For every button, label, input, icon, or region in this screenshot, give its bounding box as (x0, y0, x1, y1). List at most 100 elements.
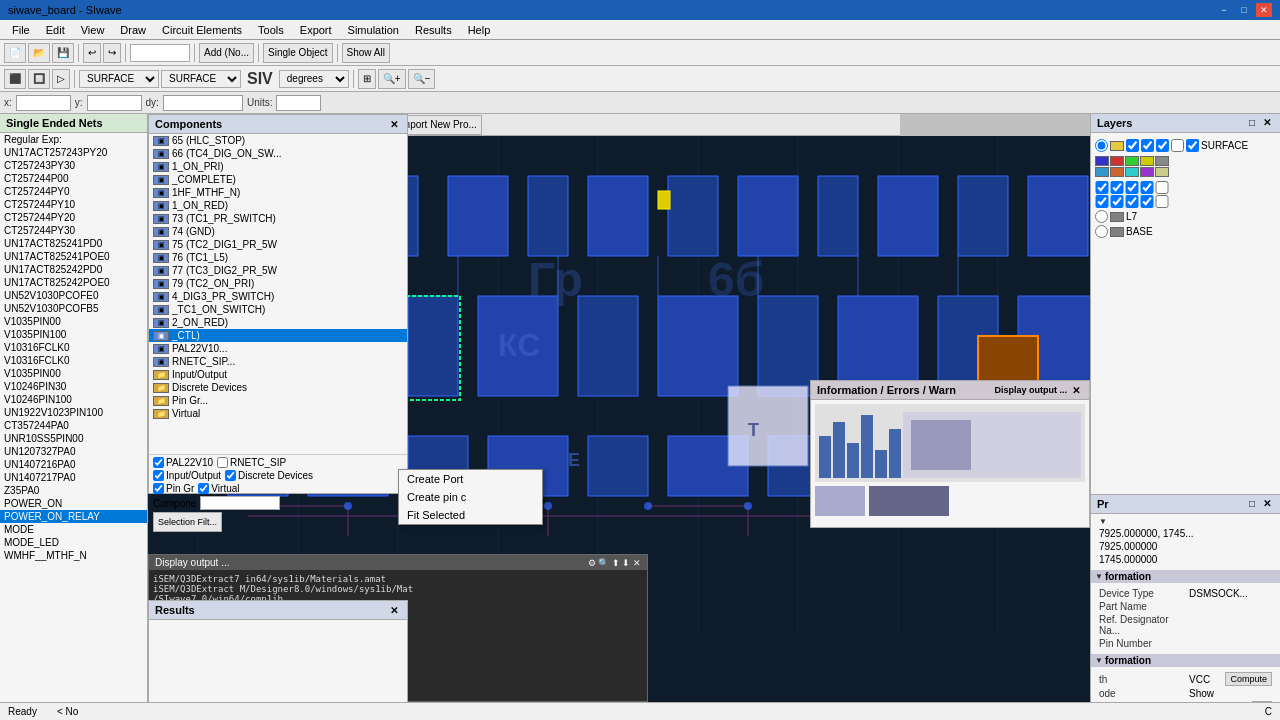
tb2-2[interactable]: 🔲 (28, 69, 50, 89)
layer-surface-radio[interactable] (1095, 139, 1108, 152)
net-item[interactable]: CT257244PY10 (0, 198, 147, 211)
component-item[interactable]: ▣1HF_MTHF_N) (149, 186, 407, 199)
discrete-filter[interactable]: Discrete Devices (225, 470, 313, 481)
ping-filter[interactable]: Pin Gr (153, 483, 194, 494)
net-item[interactable]: V10316FCLK0 (0, 354, 147, 367)
net-item[interactable]: UN1407216PA0 (0, 458, 147, 471)
compute-btn[interactable]: Compute (1225, 672, 1272, 686)
component-item[interactable]: 📁Pin Gr... (149, 394, 407, 407)
net-item[interactable]: Regular Exp: (0, 133, 147, 146)
component-item[interactable]: ▣65 (HLC_STOP) (149, 134, 407, 147)
net-item[interactable]: POWER_ON (0, 497, 147, 510)
lc4[interactable] (1140, 181, 1154, 194)
tb2-zoom-fit[interactable]: ⊞ (358, 69, 376, 89)
info2-section-header[interactable]: ▼ formation (1091, 654, 1280, 667)
component-item[interactable]: ▣79 (TC2_ON_PRI) (149, 277, 407, 290)
tb2-zoom-in[interactable]: 🔍+ (378, 69, 406, 89)
output-tools[interactable]: ⚙ 🔍 ⬆ ⬇ ✕ (588, 558, 641, 568)
layers-close-btn[interactable]: ✕ (1260, 117, 1274, 129)
net-item[interactable]: WMHF__MTHF_N (0, 549, 147, 562)
component-item[interactable]: ▣_COMPLETE) (149, 173, 407, 186)
info-display-label[interactable]: Display output ... (994, 385, 1067, 396)
close-button[interactable]: ✕ (1256, 3, 1272, 17)
net-item[interactable]: CT257244PY30 (0, 224, 147, 237)
expand-icon[interactable]: ▼ (1099, 517, 1107, 526)
component-item[interactable]: ▣74 (GND) (149, 225, 407, 238)
lc9[interactable] (1140, 195, 1154, 208)
net-item[interactable]: UN1407217PA0 (0, 471, 147, 484)
tb2-1[interactable]: ⬛ (4, 69, 26, 89)
surface-check2[interactable] (1141, 139, 1154, 152)
surface-select2[interactable]: SURFACE (161, 70, 241, 88)
menu-item-results[interactable]: Results (407, 22, 460, 38)
menu-item-simulation[interactable]: Simulation (340, 22, 407, 38)
net-item[interactable]: UN17ACT825242POE0 (0, 276, 147, 289)
net-item[interactable]: V10246PIN30 (0, 380, 147, 393)
lc6[interactable] (1095, 195, 1109, 208)
tb-open[interactable]: 📂 (28, 43, 50, 63)
net-item[interactable]: POWER_ON_RELAY (0, 510, 147, 523)
net-item[interactable]: V10316FCLK0 (0, 341, 147, 354)
surface-check4[interactable] (1171, 139, 1184, 152)
net-item[interactable]: UN1207327PA0 (0, 445, 147, 458)
component-item[interactable]: 📁Discrete Devices (149, 381, 407, 394)
net-item[interactable]: UN52V1030PCOFE0 (0, 289, 147, 302)
net-item[interactable]: V1035PIN00 (0, 315, 147, 328)
add-button[interactable]: Add (No... (199, 43, 254, 63)
lc5[interactable] (1155, 181, 1169, 194)
component-item[interactable]: ▣PAL22V10... (149, 342, 407, 355)
selection-filter-btn[interactable]: Selection Filt... (153, 512, 222, 532)
menu-item-tools[interactable]: Tools (250, 22, 292, 38)
net-item[interactable]: V1035PIN100 (0, 328, 147, 341)
lc8[interactable] (1125, 195, 1139, 208)
io-filter[interactable]: Input/Output (153, 470, 221, 481)
net-item[interactable]: CT257244P00 (0, 172, 147, 185)
component-item[interactable]: ▣76 (TC1_L5) (149, 251, 407, 264)
tb2-zoom-out[interactable]: 🔍− (408, 69, 436, 89)
tb-redo[interactable]: ↪ (103, 43, 121, 63)
pal-filter[interactable]: PAL22V10 (153, 457, 213, 468)
components-list[interactable]: ▣65 (HLC_STOP)▣66 (TC4_DIG_ON_SW...▣1_ON… (149, 134, 407, 454)
menu-item-circuitelements[interactable]: Circuit Elements (154, 22, 250, 38)
net-item[interactable]: MODE_LED (0, 536, 147, 549)
menu-item-file[interactable]: File (4, 22, 38, 38)
nets-list[interactable]: Regular Exp:UN17ACT257243PY20CT257243PY3… (0, 133, 147, 720)
virtual-filter[interactable]: Virtual (198, 483, 239, 494)
tb2-3[interactable]: ▷ (52, 69, 70, 89)
component-item[interactable]: ▣2_ON_RED) (149, 316, 407, 329)
surface-check5[interactable] (1186, 139, 1199, 152)
net-item[interactable]: CT257244PY0 (0, 185, 147, 198)
info-close-btn[interactable]: ✕ (1069, 385, 1083, 396)
zoom-input[interactable]: 75_70R (130, 44, 190, 62)
degrees-select[interactable]: degrees (279, 70, 349, 88)
net-item[interactable]: UN17ACT825241POE0 (0, 250, 147, 263)
component-item[interactable]: ▣RNETC_SIP... (149, 355, 407, 368)
component-item[interactable]: 📁Input/Output (149, 368, 407, 381)
props-close-btn[interactable]: ✕ (1260, 498, 1274, 510)
info-section-header[interactable]: ▼ formation (1091, 570, 1280, 583)
packages-filter[interactable]: d Packages (200, 496, 280, 510)
menu-item-edit[interactable]: Edit (38, 22, 73, 38)
units-input[interactable]: mils (276, 95, 321, 111)
net-item[interactable]: CT257243PY30 (0, 159, 147, 172)
lc10[interactable] (1155, 195, 1169, 208)
layer-l7-radio[interactable] (1095, 210, 1108, 223)
net-item[interactable]: V1035PIN00 (0, 367, 147, 380)
surface-select1[interactable]: SURFACE (79, 70, 159, 88)
surface-visible-check[interactable] (1126, 139, 1139, 152)
comp-close-btn[interactable]: ✕ (387, 119, 401, 130)
lc2[interactable] (1110, 181, 1124, 194)
net-item[interactable]: CT257244PY20 (0, 211, 147, 224)
net-item[interactable]: UN1922V1023PIN100 (0, 406, 147, 419)
net-item[interactable]: CT357244PA0 (0, 419, 147, 432)
x-input[interactable]: 7150 (16, 95, 71, 111)
results-close-btn[interactable]: ✕ (387, 605, 401, 616)
tb-undo[interactable]: ↩ (83, 43, 101, 63)
tb-new[interactable]: 📄 (4, 43, 26, 63)
menu-item-help[interactable]: Help (460, 22, 499, 38)
component-item[interactable]: ▣75 (TC2_DIG1_PR_5W (149, 238, 407, 251)
props-float-btn[interactable]: □ (1246, 498, 1258, 510)
select-mode[interactable]: Single Object (263, 43, 332, 63)
menu-item-draw[interactable]: Draw (112, 22, 154, 38)
ctx-create-port[interactable]: Create Port (399, 470, 542, 488)
